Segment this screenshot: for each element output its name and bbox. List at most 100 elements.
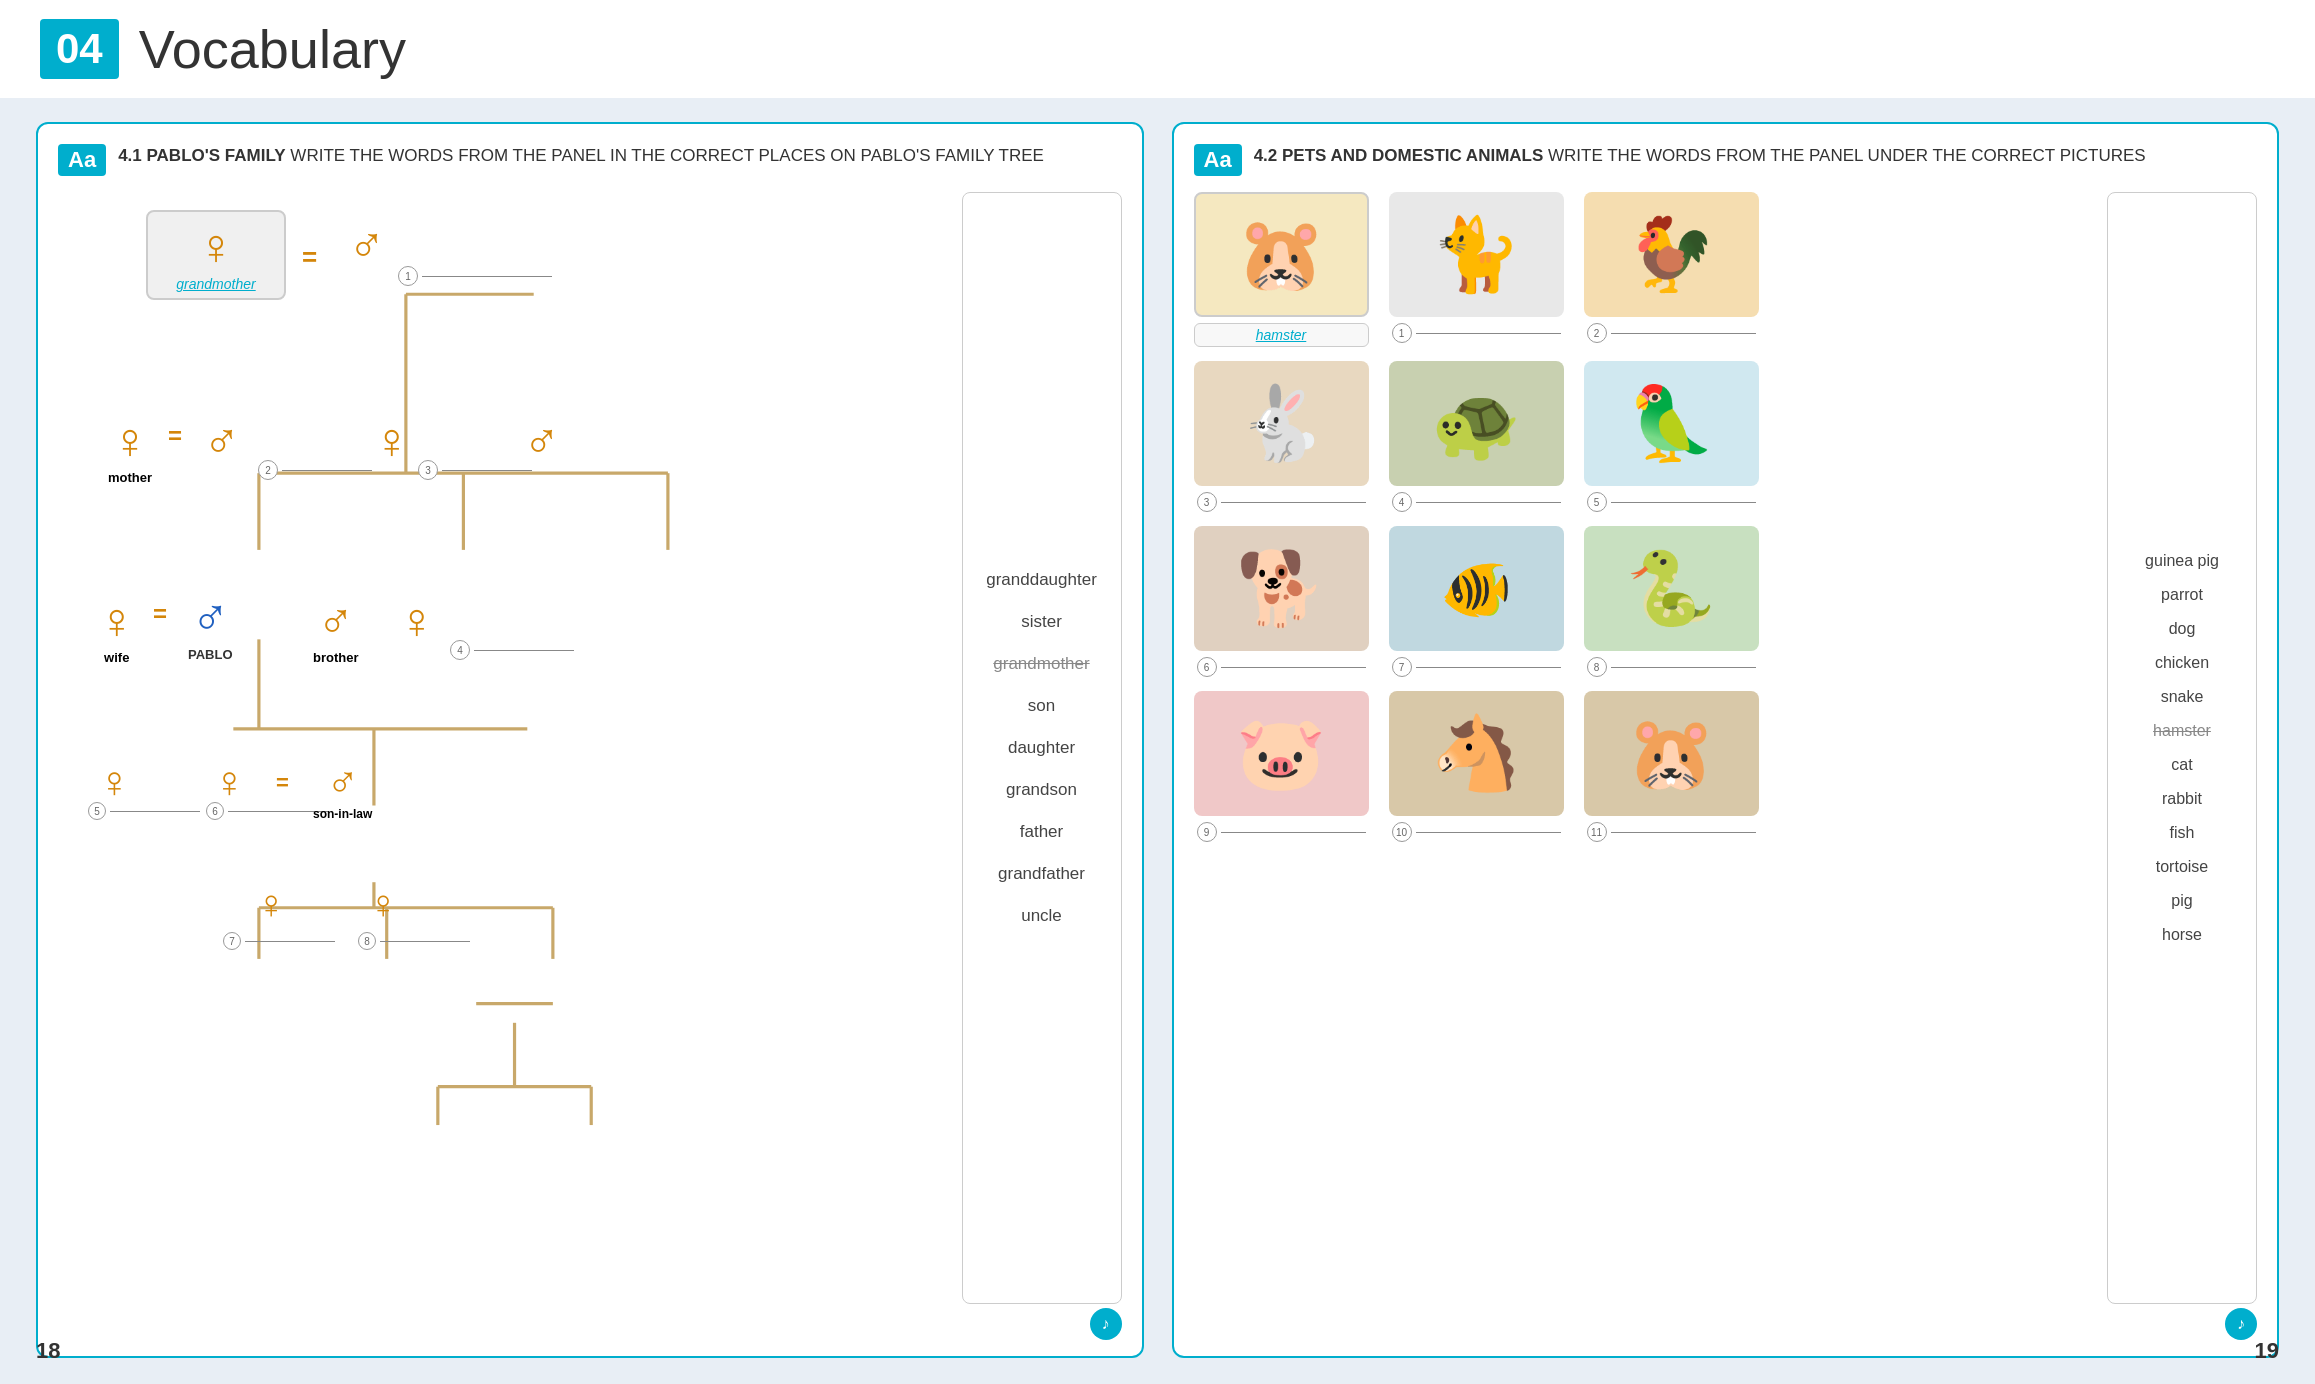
chicken-answer-row: 2 — [1587, 323, 1756, 343]
animals-row-4: 🐷 9 🐴 10 — [1194, 691, 2092, 842]
word-panel-1: granddaughter sister grandmother son dau… — [962, 192, 1122, 1304]
number-4: 4 — [450, 640, 470, 660]
brother-label: brother — [313, 650, 359, 665]
word-sister: sister — [1021, 612, 1062, 632]
word-hamster: hamster — [2153, 722, 2211, 740]
snake-number: 8 — [1587, 657, 1607, 677]
rabbit-fill-line — [1221, 502, 1366, 503]
animal-guinea-pig: 🐹 11 — [1584, 691, 1759, 842]
wife-person: ♀ wife — [98, 592, 136, 665]
fill-line-2-row: 2 — [258, 460, 372, 480]
pig-fill-line — [1221, 832, 1366, 833]
chicken-number: 2 — [1587, 323, 1607, 343]
snake-answer-row: 8 — [1587, 657, 1756, 677]
pig-number: 9 — [1197, 822, 1217, 842]
grandmother-box: ♀ grandmother — [146, 210, 286, 300]
number-1: 1 — [398, 266, 418, 286]
exercise-2-panel: Aa 4.2 PETS AND DOMESTIC ANIMALS WRITE T… — [1172, 122, 2280, 1358]
son-in-law-label: son-in-law — [313, 807, 372, 821]
child2-person: ♀ — [213, 757, 246, 807]
exercise-2-badge: Aa — [1194, 144, 1242, 176]
word-tortoise: tortoise — [2156, 858, 2208, 876]
parrot-image: 🦜 — [1584, 361, 1759, 486]
fill-line-1-row: 1 — [398, 266, 552, 286]
number-7: 7 — [223, 932, 241, 950]
word-daughter: daughter — [1008, 738, 1075, 758]
chicken-image: 🐓 — [1584, 192, 1759, 317]
mother-person: ♀ mother — [108, 412, 152, 485]
mother-icon: ♀ — [108, 412, 152, 470]
fish-number: 7 — [1392, 657, 1412, 677]
animal-hamster: 🐹 hamster — [1194, 192, 1369, 347]
guinea-pig-answer-row: 11 — [1587, 822, 1756, 842]
dog-number: 6 — [1197, 657, 1217, 677]
child2-icon: ♀ — [213, 757, 246, 807]
number-2: 2 — [258, 460, 278, 480]
tortoise-image: 🐢 — [1389, 361, 1564, 486]
fish-fill-line — [1416, 667, 1561, 668]
dog-image: 🐕 — [1194, 526, 1369, 651]
word-fish: fish — [2170, 824, 2195, 842]
family-tree-container: ♀ grandmother ♂ 1 = ♀ mother — [58, 192, 1122, 1304]
parrot-number: 5 — [1587, 492, 1607, 512]
animal-rabbit: 🐇 3 — [1194, 361, 1369, 512]
cat-image: 🐈 — [1389, 192, 1564, 317]
sister-person: ♀ — [398, 592, 436, 650]
horse-image: 🐴 — [1389, 691, 1564, 816]
animals-layout: 🐹 hamster 🐈 1 🐓 — [1194, 192, 2258, 1304]
son-in-law-icon: ♂ — [313, 757, 372, 807]
word-dog: dog — [2169, 620, 2196, 638]
sound-icon-2[interactable] — [2225, 1308, 2257, 1340]
number-5: 5 — [88, 802, 106, 820]
fill-line-3 — [442, 470, 532, 471]
exercise-2-instruction: 4.2 PETS AND DOMESTIC ANIMALS WRITE THE … — [1254, 144, 2146, 168]
tortoise-answer-row: 4 — [1392, 492, 1561, 512]
person-gen2-mid-icon: ♀ — [373, 412, 411, 470]
rabbit-answer-row: 3 — [1197, 492, 1366, 512]
fill-line-1 — [422, 276, 552, 277]
animal-snake: 🐍 8 — [1584, 526, 1759, 677]
main-content: Aa 4.1 PABLO'S FAMILY WRITE THE WORDS FR… — [0, 98, 2315, 1382]
grandchild2-person: ♀ — [368, 882, 398, 927]
tortoise-number: 4 — [1392, 492, 1412, 512]
cat-fill-line — [1416, 333, 1561, 334]
word-grandfather: grandfather — [998, 864, 1085, 884]
word-horse: horse — [2162, 926, 2202, 944]
fill-line-5 — [110, 811, 200, 812]
rabbit-number: 3 — [1197, 492, 1217, 512]
fill-line-2 — [282, 470, 372, 471]
fill-line-7 — [245, 941, 335, 942]
grandmother-icon: ♀ — [162, 218, 270, 276]
sound-icon-1[interactable] — [1090, 1308, 1122, 1340]
rabbit-image: 🐇 — [1194, 361, 1369, 486]
parrot-answer-row: 5 — [1587, 492, 1756, 512]
hamster-image: 🐹 — [1194, 192, 1369, 317]
word-pig: pig — [2171, 892, 2192, 910]
brother-icon: ♂ — [313, 592, 359, 650]
exercise-1-header: Aa 4.1 PABLO'S FAMILY WRITE THE WORDS FR… — [58, 144, 1122, 176]
grandfather-person: ♂ — [348, 216, 386, 274]
word-rabbit: rabbit — [2162, 790, 2202, 808]
exercise-1-number: 4.1 PABLO'S FAMILY — [118, 146, 286, 165]
father-icon: ♂ — [203, 412, 241, 470]
fill-line-7-row: 7 — [223, 932, 335, 950]
guinea-pig-image: 🐹 — [1584, 691, 1759, 816]
pablo-icon: ♂ — [188, 587, 233, 647]
animal-chicken: 🐓 2 — [1584, 192, 1759, 347]
person-gen2-right: ♂ — [523, 412, 561, 470]
fill-line-6-row: 6 — [206, 802, 328, 820]
animal-horse: 🐴 10 — [1389, 691, 1564, 842]
equals-wife-pablo: = — [153, 600, 167, 628]
cat-answer-row: 1 — [1392, 323, 1561, 343]
father-person: ♂ — [203, 412, 241, 470]
animal-cat: 🐈 1 — [1389, 192, 1564, 347]
cat-number: 1 — [1392, 323, 1412, 343]
guinea-pig-fill-line — [1611, 832, 1756, 833]
exercise-1-panel: Aa 4.1 PABLO'S FAMILY WRITE THE WORDS FR… — [36, 122, 1144, 1358]
equals-child2-couple: = — [276, 770, 289, 796]
fill-line-4-row: 4 — [450, 640, 574, 660]
pig-answer-row: 9 — [1197, 822, 1366, 842]
animal-pig: 🐷 9 — [1194, 691, 1369, 842]
grandfather-icon: ♂ — [348, 216, 386, 274]
person-gen2-right-icon: ♂ — [523, 412, 561, 470]
